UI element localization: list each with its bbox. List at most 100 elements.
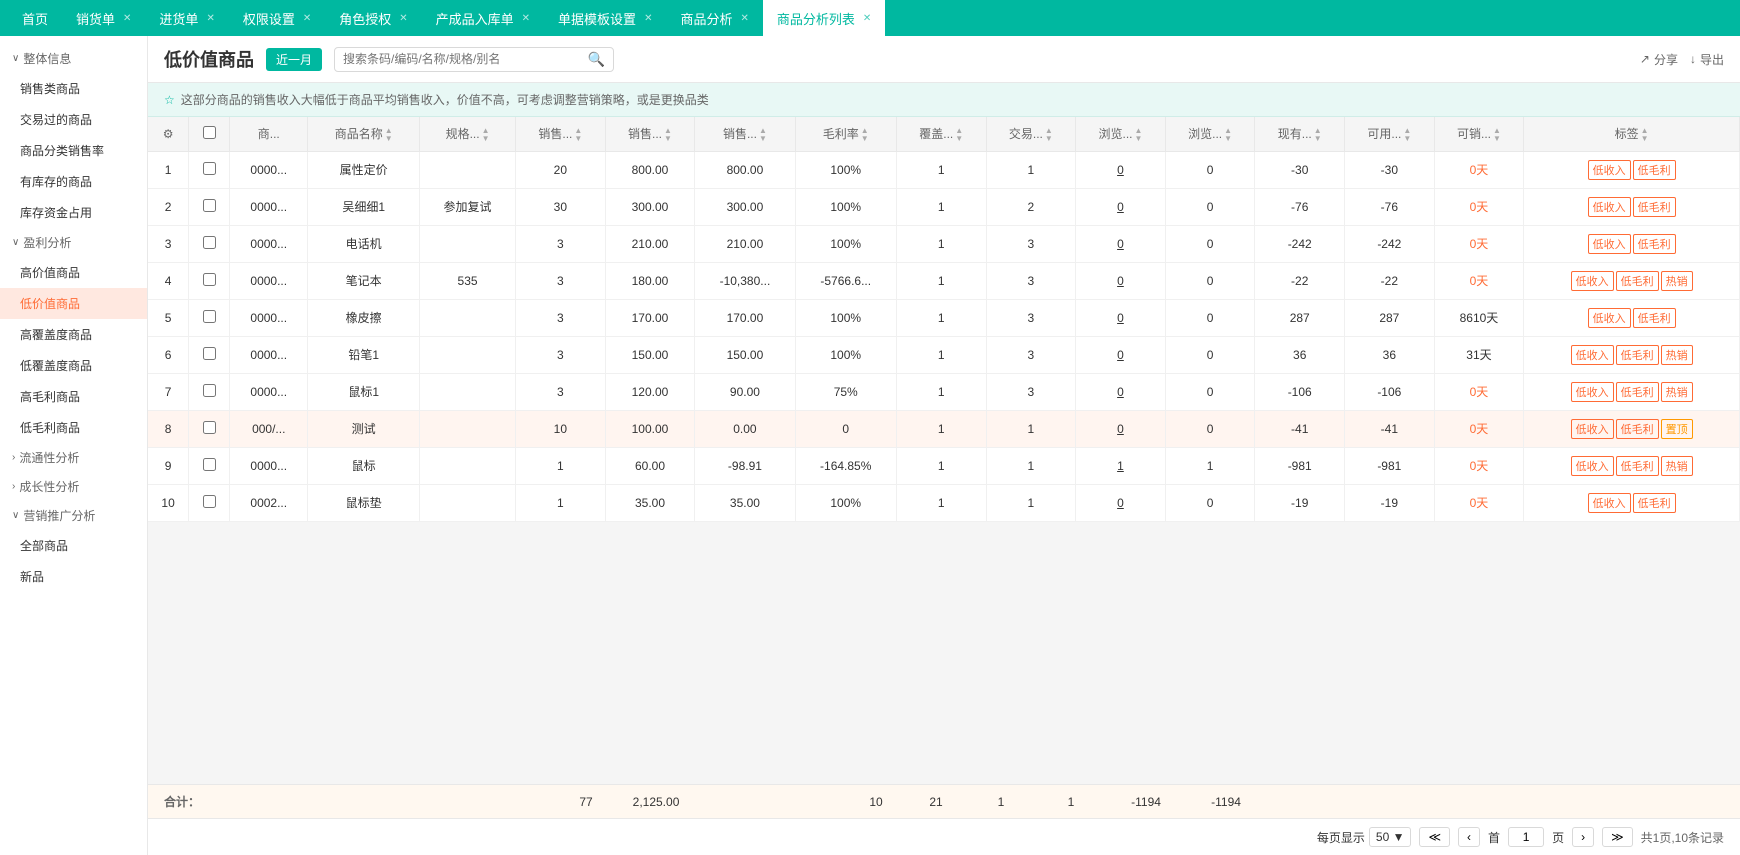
- select-all-checkbox[interactable]: [203, 126, 216, 139]
- sidebar-item-有库存的商品[interactable]: 有库存的商品: [0, 166, 147, 197]
- row-checkbox[interactable]: [203, 495, 216, 508]
- row-checkbox[interactable]: [203, 384, 216, 397]
- row-checkbox[interactable]: [203, 199, 216, 212]
- col-header-sales_amount[interactable]: 销售...▲▼: [695, 117, 795, 151]
- close-icon[interactable]: ✕: [863, 13, 871, 24]
- sidebar-item-高毛利商品[interactable]: 高毛利商品: [0, 381, 147, 412]
- cell-sales_price: 170.00: [605, 299, 695, 336]
- close-icon[interactable]: ✕: [644, 13, 652, 24]
- nav-item-产成品入库单[interactable]: 产成品入库单✕: [422, 0, 544, 36]
- tag-badge: 低毛利: [1616, 345, 1659, 365]
- tag-badge: 低收入: [1588, 197, 1631, 217]
- row-checkbox[interactable]: [203, 162, 216, 175]
- table-row: 70000...鼠标13120.0090.0075%1300-106-1060天…: [148, 373, 1740, 410]
- nav-item-首页[interactable]: 首页: [8, 0, 62, 36]
- col-header-sellable[interactable]: 可销...▲▼: [1434, 117, 1524, 151]
- page-number-input[interactable]: [1508, 827, 1544, 847]
- row-checkbox[interactable]: [203, 310, 216, 323]
- nav-item-权限设置[interactable]: 权限设置✕: [229, 0, 325, 36]
- sidebar-item-商品分类销售率[interactable]: 商品分类销售率: [0, 135, 147, 166]
- nav-item-商品分析列表[interactable]: 商品分析列表✕: [763, 0, 885, 36]
- col-header-trade[interactable]: 交易...▲▼: [986, 117, 1076, 151]
- col-header-tags[interactable]: 标签▲▼: [1524, 117, 1740, 151]
- sidebar-item-低毛利商品[interactable]: 低毛利商品: [0, 412, 147, 443]
- cell-spec: [420, 299, 516, 336]
- last-page-button[interactable]: ≫: [1602, 827, 1633, 847]
- footer-cell: 10: [846, 795, 906, 809]
- first-page-button[interactable]: ≪: [1419, 827, 1450, 847]
- sidebar-item-高价值商品[interactable]: 高价值商品: [0, 257, 147, 288]
- cell-tags: 低收入低毛利: [1524, 484, 1740, 521]
- tag-badge: 低收入: [1571, 456, 1614, 476]
- row-checkbox[interactable]: [203, 273, 216, 286]
- cell-coverage: 1: [896, 373, 986, 410]
- sidebar-item-全部商品[interactable]: 全部商品: [0, 530, 147, 561]
- sidebar-item-新品[interactable]: 新品: [0, 561, 147, 592]
- sidebar-group-整体信息[interactable]: ∨整体信息: [0, 44, 147, 73]
- nav-item-进货单[interactable]: 进货单✕: [145, 0, 228, 36]
- close-icon[interactable]: ✕: [303, 13, 311, 24]
- notice-bar: ☆ 这部分商品的销售收入大幅低于商品平均销售收入，价值不高，可考虑调整营销策略，…: [148, 83, 1740, 117]
- col-header-name[interactable]: 商品名称▲▼: [308, 117, 420, 151]
- row-checkbox[interactable]: [203, 421, 216, 434]
- cell-checkbox: [189, 410, 230, 447]
- chevron-icon: ›: [12, 481, 15, 492]
- export-button[interactable]: ↓ 导出: [1690, 51, 1724, 68]
- sidebar-group-流通性分析[interactable]: ›流通性分析: [0, 443, 147, 472]
- sort-icon: ▲▼: [1135, 127, 1143, 143]
- cell-available_stock: 36: [1345, 336, 1435, 373]
- cell-view2: 0: [1165, 336, 1255, 373]
- prev-page-button[interactable]: ‹: [1458, 827, 1480, 847]
- next-page-button[interactable]: ›: [1572, 827, 1594, 847]
- col-header-settings[interactable]: ⚙: [148, 117, 189, 151]
- close-icon[interactable]: ✕: [740, 13, 748, 24]
- cell-name: 鼠标1: [308, 373, 420, 410]
- sidebar-item-销售类商品[interactable]: 销售类商品: [0, 73, 147, 104]
- col-header-current_stock[interactable]: 现有...▲▼: [1255, 117, 1345, 151]
- cell-tags: 低收入低毛利: [1524, 299, 1740, 336]
- col-header-view1[interactable]: 浏览...▲▼: [1076, 117, 1166, 151]
- nav-item-商品分析[interactable]: 商品分析✕: [666, 0, 762, 36]
- footer-cell: [276, 795, 306, 809]
- close-icon[interactable]: ✕: [522, 13, 530, 24]
- close-icon[interactable]: ✕: [123, 13, 131, 24]
- sidebar-item-交易过的商品[interactable]: 交易过的商品: [0, 104, 147, 135]
- close-icon[interactable]: ✕: [399, 13, 407, 24]
- share-button[interactable]: ↗ 分享: [1640, 51, 1678, 68]
- col-header-sales_qty[interactable]: 销售...▲▼: [516, 117, 606, 151]
- col-header-sales_price[interactable]: 销售...▲▼: [605, 117, 695, 151]
- close-icon[interactable]: ✕: [206, 13, 214, 24]
- nav-item-角色授权[interactable]: 角色授权✕: [325, 0, 421, 36]
- nav-item-单据模板设置[interactable]: 单据模板设置✕: [544, 0, 666, 36]
- col-header-checkbox[interactable]: [189, 117, 230, 151]
- col-header-coverage[interactable]: 覆盖...▲▼: [896, 117, 986, 151]
- filter-button[interactable]: 近一月: [266, 48, 322, 71]
- cell-checkbox: [189, 151, 230, 188]
- search-input[interactable]: [343, 52, 582, 66]
- cell-tags: 低收入低毛利热销: [1524, 262, 1740, 299]
- row-checkbox[interactable]: [203, 458, 216, 471]
- sidebar-group-成长性分析[interactable]: ›成长性分析: [0, 472, 147, 501]
- sidebar-item-库存资金占用[interactable]: 库存资金占用: [0, 197, 147, 228]
- cell-spec: [420, 336, 516, 373]
- col-header-view2[interactable]: 浏览...▲▼: [1165, 117, 1255, 151]
- sidebar-item-低覆盖度商品[interactable]: 低覆盖度商品: [0, 350, 147, 381]
- sidebar-group-营销推广分析[interactable]: ∨营销推广分析: [0, 501, 147, 530]
- row-checkbox[interactable]: [203, 236, 216, 249]
- col-header-gross_margin[interactable]: 毛利率▲▼: [795, 117, 896, 151]
- footer-cell: -1194: [1106, 795, 1186, 809]
- footer-cell: [496, 795, 556, 809]
- chevron-icon: ∨: [12, 237, 19, 248]
- cell-sellable: 0天: [1434, 225, 1524, 262]
- col-header-spec[interactable]: 规格...▲▼: [420, 117, 516, 151]
- row-checkbox[interactable]: [203, 347, 216, 360]
- nav-item-销货单[interactable]: 销货单✕: [62, 0, 145, 36]
- col-header-code[interactable]: 商...: [230, 117, 308, 151]
- cell-view1: 0: [1076, 484, 1166, 521]
- sidebar-item-高覆盖度商品[interactable]: 高覆盖度商品: [0, 319, 147, 350]
- cell-tags: 低收入低毛利: [1524, 188, 1740, 225]
- sidebar-item-低价值商品[interactable]: 低价值商品: [0, 288, 147, 319]
- cell-coverage: 1: [896, 336, 986, 373]
- sidebar-group-盈利分析[interactable]: ∨盈利分析: [0, 228, 147, 257]
- col-header-available_stock[interactable]: 可用...▲▼: [1345, 117, 1435, 151]
